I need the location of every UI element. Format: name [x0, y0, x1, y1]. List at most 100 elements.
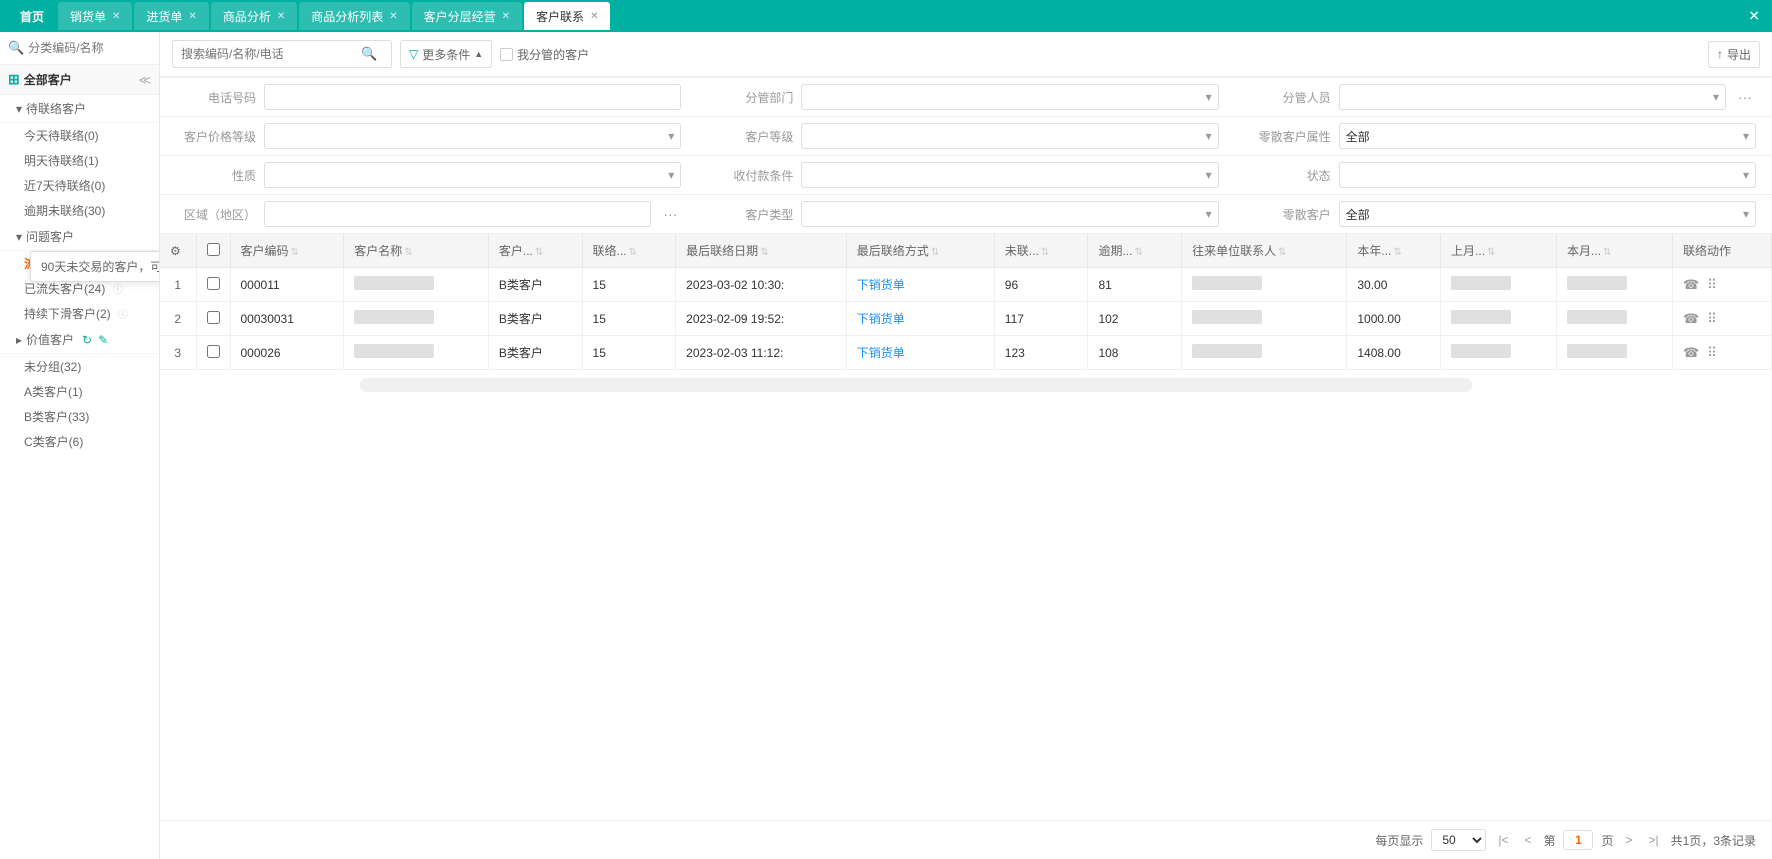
contact-action-icon[interactable]: ☎: [1683, 311, 1699, 327]
th-settings[interactable]: ⚙: [160, 234, 196, 268]
row-checkbox[interactable]: [207, 345, 220, 358]
sidebar-group-pending[interactable]: ▾ 待联络客户: [0, 95, 159, 123]
nav-tab-analysis[interactable]: 商品分析 ✕: [211, 2, 297, 30]
chevron-up-icon: ▲: [474, 49, 483, 59]
customer-contact-tab-close[interactable]: ✕: [590, 11, 598, 22]
th-unit-contact-label: 往来单位联系人: [1192, 244, 1276, 258]
manager-dots[interactable]: ···: [1734, 89, 1756, 105]
export-btn[interactable]: ↑ 导出: [1708, 41, 1760, 68]
nav-tab-analysis-list[interactable]: 商品分析列表 ✕: [299, 2, 409, 30]
select-all-checkbox[interactable]: [207, 243, 220, 256]
th-unit-contact[interactable]: 往来单位联系人⇅: [1182, 234, 1347, 268]
th-last-method[interactable]: 最后联络方式⇅: [846, 234, 994, 268]
my-customers-check[interactable]: 我分管的客户: [500, 46, 589, 63]
cell-checkbox[interactable]: [196, 336, 230, 370]
customer-type-select[interactable]: ▾: [801, 201, 1218, 227]
th-name[interactable]: 客户名称⇅: [344, 234, 489, 268]
search-submit-icon[interactable]: 🔍: [361, 46, 377, 62]
customer-tier-tab-close[interactable]: ✕: [502, 11, 510, 22]
price-grade-select[interactable]: ▾: [264, 123, 681, 149]
contact-action-icon[interactable]: ☎: [1683, 277, 1699, 293]
analysis-tab-close[interactable]: ✕: [277, 11, 285, 22]
contact-action-icon[interactable]: ☎: [1683, 345, 1699, 361]
th-checkbox[interactable]: [196, 234, 230, 268]
all-customers-label: 全部客户: [24, 71, 72, 88]
th-last-month[interactable]: 上月...⇅: [1441, 234, 1557, 268]
cell-checkbox[interactable]: [196, 302, 230, 336]
value-group-refresh-icon[interactable]: ↻: [82, 333, 92, 347]
more-conditions-btn[interactable]: ▽ 更多条件 ▲: [400, 40, 492, 68]
last-method-link[interactable]: 下销货单: [857, 312, 905, 326]
cell-last-method[interactable]: 下销货单: [846, 336, 994, 370]
nav-tab-customer-tier[interactable]: 客户分层经营 ✕: [412, 2, 522, 30]
th-type[interactable]: 客户...⇅: [488, 234, 582, 268]
window-close-btn[interactable]: ✕: [1748, 8, 1760, 25]
sidebar-item-today[interactable]: 今天待联络(0): [0, 123, 159, 148]
sidebar-all-customers[interactable]: ⊞ 全部客户 ≪: [0, 65, 159, 95]
purchase-tab-close[interactable]: ✕: [188, 11, 196, 22]
next-page-btn[interactable]: >: [1622, 831, 1637, 849]
th-name-label: 客户名称: [354, 244, 402, 258]
th-this-month[interactable]: 本月...⇅: [1557, 234, 1673, 268]
nav-tab-sales[interactable]: 销货单 ✕: [58, 2, 132, 30]
more-action-icon[interactable]: ⠿: [1707, 311, 1717, 327]
cell-this-year: 1000.00: [1347, 302, 1441, 336]
sales-tab-close[interactable]: ✕: [112, 11, 120, 22]
row-checkbox[interactable]: [207, 311, 220, 324]
customer-grade-select[interactable]: ▾: [801, 123, 1218, 149]
th-code[interactable]: 客户编码⇅: [230, 234, 344, 268]
dept-select[interactable]: ▾: [801, 84, 1218, 110]
row-checkbox[interactable]: [207, 277, 220, 290]
sidebar-item-a-class[interactable]: A类客户(1): [0, 379, 159, 404]
nav-tab-purchase[interactable]: 进货单 ✕: [134, 2, 208, 30]
sidebar-item-week[interactable]: 近7天待联络(0): [0, 173, 159, 198]
horizontal-scrollbar[interactable]: [360, 378, 1472, 392]
more-action-icon[interactable]: ⠿: [1707, 277, 1717, 293]
purchase-tab-label: 进货单: [146, 8, 182, 25]
th-contact[interactable]: 联络...⇅: [582, 234, 676, 268]
sidebar-item-unclassified[interactable]: 未分组(32): [0, 354, 159, 379]
analysis-list-tab-close[interactable]: ✕: [389, 11, 397, 22]
th-overdue[interactable]: 逾期...⇅: [1088, 234, 1182, 268]
sidebar-group-churn[interactable]: ▾ 问题客户: [0, 223, 159, 251]
sidebar-collapse-icon[interactable]: ≪: [138, 73, 151, 87]
manager-select-arrow: ▾: [1713, 90, 1719, 104]
sidebar-item-tomorrow[interactable]: 明天待联络(1): [0, 148, 159, 173]
per-page-select[interactable]: 50 100 200: [1431, 829, 1486, 851]
last-method-link[interactable]: 下销货单: [857, 278, 905, 292]
cell-last-method[interactable]: 下销货单: [846, 302, 994, 336]
value-group-edit-icon[interactable]: ✎: [98, 333, 108, 347]
my-customers-checkbox[interactable]: [500, 48, 513, 61]
cell-checkbox[interactable]: [196, 268, 230, 302]
region-select[interactable]: [264, 201, 651, 227]
th-last-date[interactable]: 最后联络日期⇅: [676, 234, 847, 268]
phone-label: 电话号码: [176, 89, 256, 106]
manager-select[interactable]: ▾: [1339, 84, 1726, 110]
sidebar-item-b-class[interactable]: B类客户(33): [0, 404, 159, 429]
last-method-link[interactable]: 下销货单: [857, 346, 905, 360]
status-select[interactable]: ▾: [1339, 162, 1756, 188]
th-this-year[interactable]: 本年...⇅: [1347, 234, 1441, 268]
sidebar-item-c-class[interactable]: C类客户(6): [0, 429, 159, 454]
nature-select[interactable]: ▾: [264, 162, 681, 188]
sidebar-item-overdue[interactable]: 逾期未联络(30): [0, 198, 159, 223]
customer-grade-arrow: ▾: [1206, 129, 1212, 143]
more-action-icon[interactable]: ⠿: [1707, 345, 1717, 361]
cell-last-method[interactable]: 下销货单: [846, 268, 994, 302]
first-page-btn[interactable]: |<: [1494, 831, 1512, 849]
last-page-btn[interactable]: >|: [1645, 831, 1663, 849]
payment-select[interactable]: ▾: [801, 162, 1218, 188]
scatter-select[interactable]: 全部 ▾: [1339, 201, 1756, 227]
sidebar-search-input[interactable]: [28, 41, 160, 55]
value-group-label: 价值客户: [26, 331, 74, 348]
region-dots[interactable]: ···: [659, 206, 681, 222]
sidebar-group-value[interactable]: ▸ 价值客户 ↻ ✎: [0, 326, 159, 354]
scatter-attr-select[interactable]: 全部 ▾: [1339, 123, 1756, 149]
nav-tab-home[interactable]: 首页: [8, 2, 56, 30]
prev-page-btn[interactable]: <: [1520, 831, 1535, 849]
sidebar-item-held-back[interactable]: 持续下滑客户(2) ⓘ: [0, 301, 159, 326]
phone-input[interactable]: [264, 84, 681, 110]
th-uncontacted[interactable]: 未联...⇅: [994, 234, 1088, 268]
nav-tab-customer-contact[interactable]: 客户联系 ✕: [524, 2, 610, 30]
search-input[interactable]: [181, 47, 361, 61]
